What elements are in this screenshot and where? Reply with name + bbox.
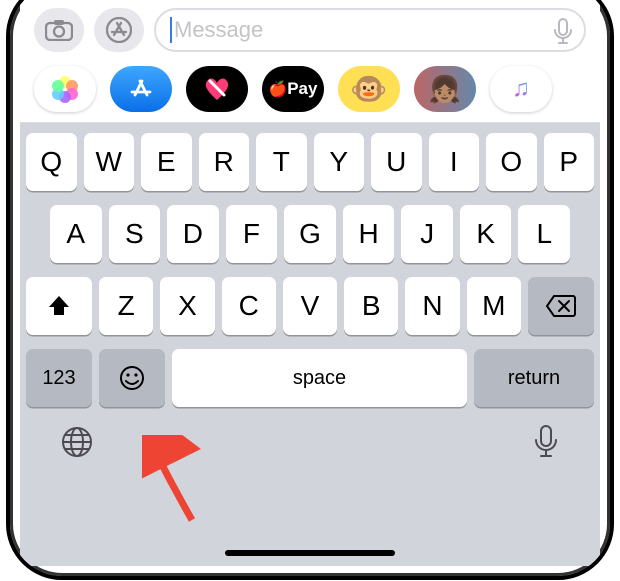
camera-button[interactable] (34, 8, 84, 52)
app-strip: 🍎 Pay 🐵 👧🏽 ♫ (20, 60, 600, 123)
keyboard: Q W E R T Y U I O P A S D F G H J K L (20, 123, 600, 566)
app-memoji[interactable]: 🐵 (338, 66, 400, 112)
key-w[interactable]: W (84, 133, 135, 191)
phone-frame: Message (6, 0, 614, 580)
appstore-icon (106, 17, 132, 43)
key-emoji[interactable] (99, 349, 165, 407)
key-a[interactable]: A (50, 205, 102, 263)
key-x[interactable]: X (160, 277, 214, 335)
home-indicator[interactable] (225, 550, 395, 556)
key-row-2: A S D F G H J K L (26, 205, 594, 263)
apple-logo-icon: 🍎 (269, 80, 288, 98)
key-row-1: Q W E R T Y U I O P (26, 133, 594, 191)
key-v[interactable]: V (283, 277, 337, 335)
key-row-4: 123 space return (26, 349, 594, 407)
dictation-button[interactable] (552, 17, 574, 53)
app-photos[interactable] (34, 66, 96, 112)
key-r[interactable]: R (199, 133, 250, 191)
message-input[interactable]: Message (154, 8, 586, 52)
key-y[interactable]: Y (314, 133, 365, 191)
key-f[interactable]: F (226, 205, 278, 263)
key-q[interactable]: Q (26, 133, 77, 191)
app-apple-pay[interactable]: 🍎 Pay (262, 66, 324, 112)
shift-icon (46, 293, 72, 319)
app-digital-touch[interactable] (186, 66, 248, 112)
key-t[interactable]: T (256, 133, 307, 191)
key-e[interactable]: E (141, 133, 192, 191)
photos-icon (52, 76, 78, 102)
key-c[interactable]: C (222, 277, 276, 335)
key-k[interactable]: K (460, 205, 512, 263)
key-d[interactable]: D (167, 205, 219, 263)
key-m[interactable]: M (467, 277, 521, 335)
key-n[interactable]: N (405, 277, 459, 335)
key-o[interactable]: O (486, 133, 537, 191)
heart-icon (201, 75, 233, 103)
key-return[interactable]: return (474, 349, 594, 407)
appstore-a-icon (128, 76, 154, 102)
key-p[interactable]: P (544, 133, 595, 191)
compose-bar: Message (20, 0, 600, 60)
app-music[interactable]: ♫ (490, 66, 552, 112)
emoji-icon (118, 364, 146, 392)
keyboard-bottom-bar (26, 417, 594, 480)
key-l[interactable]: L (518, 205, 570, 263)
key-s[interactable]: S (109, 205, 161, 263)
globe-icon (60, 425, 94, 459)
key-z[interactable]: Z (99, 277, 153, 335)
key-g[interactable]: G (284, 205, 336, 263)
key-u[interactable]: U (371, 133, 422, 191)
monkey-icon: 🐵 (350, 72, 387, 107)
text-caret (170, 17, 172, 43)
app-people[interactable]: 👧🏽 (414, 66, 476, 112)
globe-button[interactable] (60, 425, 94, 464)
phone-screen: Message (20, 0, 600, 566)
message-placeholder: Message (174, 17, 263, 43)
camera-icon (45, 19, 73, 41)
key-shift[interactable] (26, 277, 92, 335)
app-store[interactable] (110, 66, 172, 112)
key-h[interactable]: H (343, 205, 395, 263)
key-i[interactable]: I (429, 133, 480, 191)
key-backspace[interactable] (528, 277, 594, 335)
apple-pay-label: Pay (287, 79, 317, 99)
microphone-icon (552, 17, 574, 47)
key-b[interactable]: B (344, 277, 398, 335)
music-note-icon: ♫ (512, 75, 530, 103)
dictate-button[interactable] (532, 423, 560, 466)
backspace-icon (545, 294, 577, 318)
key-space[interactable]: space (172, 349, 467, 407)
key-numbers[interactable]: 123 (26, 349, 92, 407)
key-row-3: Z X C V B N M (26, 277, 594, 335)
key-j[interactable]: J (401, 205, 453, 263)
microphone-icon (532, 423, 560, 461)
people-icon: 👧🏽 (429, 74, 461, 105)
app-drawer-button[interactable] (94, 8, 144, 52)
